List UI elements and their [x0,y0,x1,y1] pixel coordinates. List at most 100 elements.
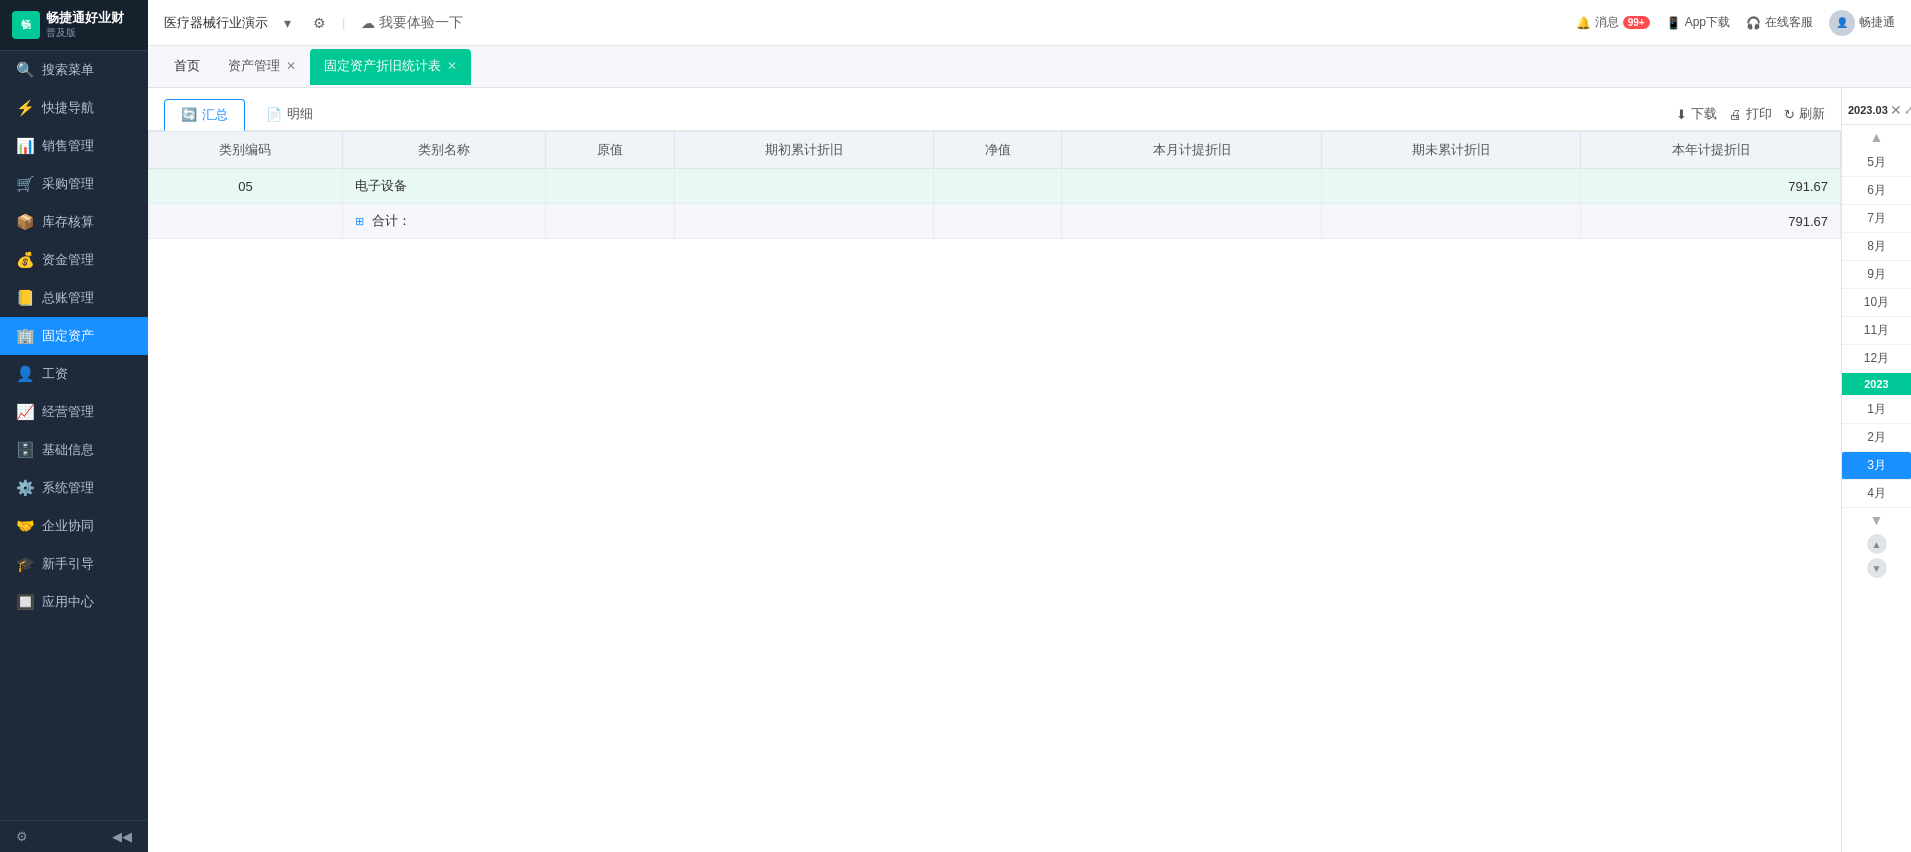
sidebar-item-payroll[interactable]: 👤 工资 [0,355,148,393]
notifications-btn[interactable]: 🔔 消息 99+ [1576,14,1650,31]
book-icon: 📒 [16,289,34,307]
tab-depreciation-report[interactable]: 固定资产折旧统计表 ✕ [310,49,471,85]
row-acc-dep [674,169,933,204]
panel-close-btn[interactable]: ✕ [1890,102,1902,118]
app-title: 畅捷通好业财 [46,10,124,26]
sidebar-item-enterprise[interactable]: 🤝 企业协同 [0,507,148,545]
month-6[interactable]: 6月 [1842,177,1911,205]
panel-circle-up-btn[interactable]: ▲ [1867,534,1887,554]
total-annual: 791.67 [1581,204,1841,239]
panel-scroll-up-btn[interactable]: ▲ [1866,125,1888,149]
document-icon: 📄 [266,107,282,122]
panel-circle-down-btn[interactable]: ▼ [1867,558,1887,578]
sidebar-item-label: 经营管理 [42,403,94,421]
sidebar-item-quick-nav[interactable]: ⚡ 快捷导航 [0,89,148,127]
collapse-icon[interactable]: ◀◀ [112,829,132,844]
panel-scroll-down-btn[interactable]: ▼ [1866,508,1888,532]
sidebar: 畅 畅捷通好业财 普及版 🔍 搜索菜单 ⚡ 快捷导航 📊 销售管理 🛒 采购管理… [0,0,148,852]
panel-expand-btn[interactable]: ⤢ [1904,103,1911,117]
sub-tab-detail[interactable]: 📄 明细 [249,98,330,130]
company-dropdown-btn[interactable]: ▾ [278,11,297,35]
sidebar-item-label: 应用中心 [42,593,94,611]
row-net [934,169,1062,204]
building-icon: 🏢 [16,327,34,345]
print-icon: 🖨 [1729,107,1742,122]
sidebar-item-label: 系统管理 [42,479,94,497]
sidebar-item-ledger[interactable]: 📒 总账管理 [0,279,148,317]
refresh-icon: 🔄 [181,107,197,122]
divider: | [342,15,345,30]
total-label: ⊞ 合计： [342,204,545,239]
download-btn[interactable]: ⬇ 下载 [1676,105,1717,123]
col-header-acc-dep: 期初累计折旧 [674,132,933,169]
col-header-original: 原值 [546,132,674,169]
cart-icon: 🛒 [16,175,34,193]
sidebar-item-sales[interactable]: 📊 销售管理 [0,127,148,165]
refresh-btn[interactable]: ↻ 刷新 [1784,105,1825,123]
settings-btn[interactable]: ⚙ [307,11,332,35]
col-header-annual: 本年计提折旧 [1581,132,1841,169]
sub-tabs: 🔄 汇总 📄 明细 [164,98,330,130]
sidebar-item-fixed-assets[interactable]: 🏢 固定资产 [0,317,148,355]
month-2[interactable]: 2月 [1842,424,1911,452]
experience-btn[interactable]: ☁ 我要体验一下 [355,10,469,36]
row-end-acc [1321,169,1580,204]
app-download-btn[interactable]: 📱 App下载 [1666,14,1730,31]
total-net [934,204,1062,239]
side-panel: 2023.03 ✕ ⤢ ▲ 5月 6月 7月 8月 9月 10月 11月 12月… [1841,88,1911,852]
month-9[interactable]: 9月 [1842,261,1911,289]
close-tab-depreciation[interactable]: ✕ [447,59,457,73]
sidebar-item-purchase[interactable]: 🛒 采购管理 [0,165,148,203]
month-7[interactable]: 7月 [1842,205,1911,233]
sidebar-item-search[interactable]: 🔍 搜索菜单 [0,51,148,89]
lightning-icon: ⚡ [16,99,34,117]
database-icon: 🗄️ [16,441,34,459]
chart-icon: 📊 [16,137,34,155]
sub-tab-summary[interactable]: 🔄 汇总 [164,99,245,131]
user-profile-btn[interactable]: 👤 畅捷通 [1829,10,1895,36]
money-icon: 💰 [16,251,34,269]
search-icon: 🔍 [16,61,34,79]
month-12[interactable]: 12月 [1842,345,1911,373]
month-5[interactable]: 5月 [1842,149,1911,177]
print-btn[interactable]: 🖨 打印 [1729,105,1772,123]
tabbar: 首页 资产管理 ✕ 固定资产折旧统计表 ✕ [148,46,1911,88]
month-11[interactable]: 11月 [1842,317,1911,345]
sidebar-item-basics[interactable]: 🗄️ 基础信息 [0,431,148,469]
total-icon: ⊞ [355,215,364,227]
sidebar-item-label: 销售管理 [42,137,94,155]
month-4[interactable]: 4月 [1842,480,1911,508]
sidebar-item-system[interactable]: ⚙️ 系统管理 [0,469,148,507]
sub-tabbar: 🔄 汇总 📄 明细 ⬇ 下载 🖨 打印 [148,88,1841,131]
col-header-code: 类别编码 [149,132,343,169]
notifications-badge: 99+ [1623,16,1650,29]
sidebar-item-inventory[interactable]: 📦 库存核算 [0,203,148,241]
month-3[interactable]: 3月 [1842,452,1911,480]
total-original [546,204,674,239]
sidebar-item-label: 搜索菜单 [42,61,94,79]
settings-icon[interactable]: ⚙ [16,829,28,844]
sidebar-item-finance[interactable]: 💰 资金管理 [0,241,148,279]
page-content: 🔄 汇总 📄 明细 ⬇ 下载 🖨 打印 [148,88,1841,852]
tab-asset-manage[interactable]: 资产管理 ✕ [214,49,310,85]
total-monthly [1062,204,1321,239]
total-empty [149,204,343,239]
month-8[interactable]: 8月 [1842,233,1911,261]
toolbar-right: ⬇ 下载 🖨 打印 ↻ 刷新 [1676,105,1825,123]
sidebar-item-apps[interactable]: 🔲 应用中心 [0,583,148,621]
graduation-icon: 🎓 [16,555,34,573]
sidebar-item-label: 基础信息 [42,441,94,459]
sidebar-item-label: 工资 [42,365,68,383]
row-name: 电子设备 [342,169,545,204]
bell-icon: 🔔 [1576,16,1591,30]
sidebar-item-operations[interactable]: 📈 经营管理 [0,393,148,431]
online-service-btn[interactable]: 🎧 在线客服 [1746,14,1813,31]
month-1[interactable]: 1月 [1842,396,1911,424]
month-10[interactable]: 10月 [1842,289,1911,317]
tab-home[interactable]: 首页 [160,49,214,85]
panel-header: 2023.03 ✕ ⤢ [1842,96,1911,125]
sidebar-item-guide[interactable]: 🎓 新手引导 [0,545,148,583]
sidebar-item-label: 企业协同 [42,517,94,535]
topbar: 医疗器械行业演示 ▾ ⚙ | ☁ 我要体验一下 🔔 消息 99+ 📱 App下载… [148,0,1911,46]
close-tab-asset-manage[interactable]: ✕ [286,59,296,73]
